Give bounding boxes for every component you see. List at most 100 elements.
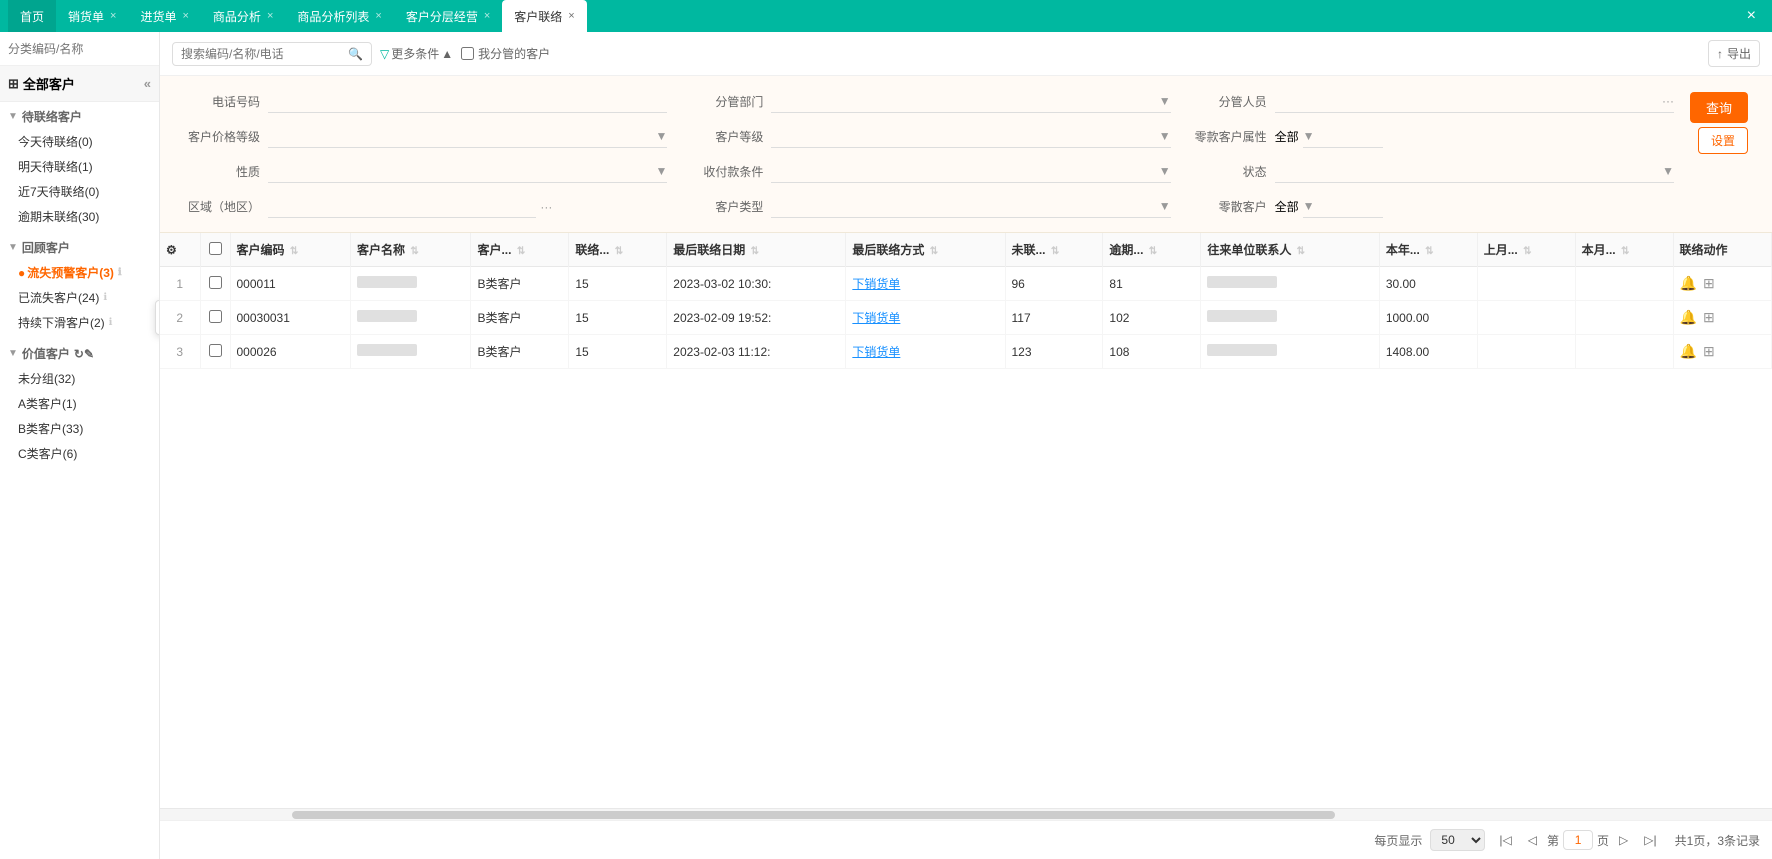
nature-select[interactable]: ▼	[268, 160, 667, 183]
filter-field-retail: 零散客户 全部 ▼	[1179, 189, 1682, 224]
purchase-tab-close[interactable]: ×	[182, 10, 188, 22]
th-overdue[interactable]: 逾期... ⇅	[1103, 233, 1201, 267]
customer-tier-tab-close[interactable]: ×	[484, 10, 490, 22]
row-checkbox-1[interactable]	[209, 310, 222, 323]
th-last-method[interactable]: 最后联络方式 ⇅	[846, 233, 1005, 267]
search-input[interactable]	[181, 47, 348, 61]
sidebar-section-pending-title[interactable]: ▼ 待联络客户	[0, 102, 159, 129]
settings-button[interactable]: 设置	[1698, 127, 1748, 154]
sidebar-item-c-class[interactable]: C类客户(6)	[0, 441, 159, 466]
churned-info-icon[interactable]: ℹ	[103, 292, 107, 303]
customer-grade-label: 客户等级	[683, 128, 763, 145]
payment-select[interactable]: ▼	[771, 160, 1170, 183]
sidebar-item-overdue[interactable]: 逾期未联络(30)	[0, 204, 159, 229]
select-all-checkbox[interactable]	[209, 242, 222, 255]
search-button[interactable]: 🔍	[348, 47, 363, 61]
th-last-date[interactable]: 最后联络日期 ⇅	[667, 233, 846, 267]
window-close-button[interactable]: ×	[1739, 7, 1764, 25]
sidebar-item-churn-warning[interactable]: ● 流失预警客户(3) ℹ	[0, 260, 159, 285]
action-menu-icon-2[interactable]: ⊞	[1703, 343, 1715, 360]
page-number-input[interactable]	[1563, 830, 1593, 850]
sidebar-item-a-class[interactable]: A类客户(1)	[0, 391, 159, 416]
th-this-month[interactable]: 本月... ⇅	[1575, 233, 1673, 267]
phone-input[interactable]	[268, 90, 667, 113]
sidebar-item-churned[interactable]: 已流失客户(24) ℹ	[0, 285, 159, 310]
th-code[interactable]: 客户编码 ⇅	[230, 233, 350, 267]
my-customers-checkbox[interactable]	[461, 47, 474, 60]
nav-tab-sales[interactable]: 销货单 ×	[56, 0, 128, 32]
th-unliaison[interactable]: 未联... ⇅	[1005, 233, 1103, 267]
sidebar-section-value-title[interactable]: ▼ 价值客户 ↻ ✎	[0, 339, 159, 366]
nav-tab-customer-tier[interactable]: 客户分层经营 ×	[394, 0, 502, 32]
nav-tab-analysis[interactable]: 商品分析 ×	[201, 0, 285, 32]
row-checkbox-0[interactable]	[209, 276, 222, 289]
sidebar-item-7days[interactable]: 近7天待联络(0)	[0, 179, 159, 204]
sidebar-item-tomorrow[interactable]: 明天待联络(1)	[0, 154, 159, 179]
customer-grade-select[interactable]: ▼	[771, 125, 1170, 148]
first-page-button[interactable]: |◁	[1493, 831, 1517, 849]
action-bell-icon-2[interactable]: 🔔	[1680, 343, 1697, 360]
sidebar-search-input[interactable]	[8, 42, 160, 56]
th-unit-contacts[interactable]: 往来单位联系人 ⇅	[1201, 233, 1380, 267]
settings-col-icon[interactable]: ⚙	[166, 243, 177, 257]
row-checkbox-2[interactable]	[209, 344, 222, 357]
sidebar-item-ungroup[interactable]: 未分组(32)	[0, 366, 159, 391]
filter-field-customer-type: 客户类型 ▼	[675, 189, 1178, 224]
th-contact[interactable]: 联络... ⇅	[569, 233, 667, 267]
sidebar-item-b-class[interactable]: B类客户(33)	[0, 416, 159, 441]
table-header-row: ⚙ 客户编码 ⇅ 客户名称 ⇅	[160, 233, 1772, 267]
dept-select[interactable]: ▼	[771, 90, 1170, 113]
declining-info-icon[interactable]: ℹ	[109, 317, 113, 328]
export-button[interactable]: ↑ 导出	[1708, 40, 1760, 67]
action-menu-icon-1[interactable]: ⊞	[1703, 309, 1715, 326]
action-menu-icon-0[interactable]: ⊞	[1703, 275, 1715, 292]
customer-type-select[interactable]: ▼	[771, 195, 1170, 218]
region-input[interactable]	[268, 195, 536, 218]
nav-tab-customer-contact[interactable]: 客户联络 ×	[502, 0, 586, 32]
analysis-tab-close[interactable]: ×	[267, 10, 273, 22]
query-button[interactable]: 查询	[1690, 92, 1748, 123]
region-more-icon[interactable]: ···	[540, 200, 552, 214]
th-last-month[interactable]: 上月... ⇅	[1477, 233, 1575, 267]
value-edit-icon[interactable]: ✎	[84, 347, 94, 361]
sidebar-collapse-button[interactable]: «	[144, 76, 151, 91]
sidebar-item-today[interactable]: 今天待联络(0)	[0, 129, 159, 154]
page-size-select[interactable]: 50 100 200	[1430, 829, 1485, 851]
sidebar-section-review-title[interactable]: ▼ 回顾客户	[0, 233, 159, 260]
retail-select[interactable]: ▼	[1303, 195, 1383, 218]
all-customers-label: 全部客户	[23, 74, 75, 93]
advanced-filters-panel: 电话号码 分管部门 ▼ 分管人员	[160, 76, 1772, 233]
nav-tab-purchase[interactable]: 进货单 ×	[128, 0, 200, 32]
more-filters-button[interactable]: ▽ 更多条件 ▲	[380, 45, 453, 62]
last-page-button[interactable]: ▷|	[1638, 831, 1662, 849]
last-method-link-0[interactable]: 下销货单	[852, 277, 900, 291]
status-select[interactable]: ▼	[1275, 160, 1674, 183]
th-type[interactable]: 客户... ⇅	[471, 233, 569, 267]
sidebar-item-declining[interactable]: 持续下滑客户(2) ℹ	[0, 310, 159, 335]
next-page-button[interactable]: ▷	[1613, 831, 1634, 849]
th-name[interactable]: 客户名称 ⇅	[350, 233, 470, 267]
action-bell-icon-1[interactable]: 🔔	[1680, 309, 1697, 326]
last-method-link-2[interactable]: 下销货单	[852, 345, 900, 359]
analysis-list-tab-close[interactable]: ×	[375, 10, 381, 22]
horizontal-scrollbar[interactable]	[160, 808, 1772, 820]
value-refresh-icon[interactable]: ↻	[74, 347, 84, 361]
sidebar-all-customers[interactable]: ⊞ 全部客户 «	[0, 66, 159, 102]
person-select[interactable]: ···	[1275, 90, 1674, 113]
nav-tab-analysis-list[interactable]: 商品分析列表 ×	[285, 0, 393, 32]
cell-unliaison-2: 123	[1005, 335, 1103, 369]
churn-warning-label: 流失预警客户(3)	[27, 264, 114, 281]
person-more-icon[interactable]: ···	[1662, 94, 1674, 108]
churn-info-icon[interactable]: ℹ	[118, 267, 122, 278]
prev-page-button[interactable]: ◁	[1522, 831, 1543, 849]
last-method-link-1[interactable]: 下销货单	[852, 311, 900, 325]
zero-attr-select[interactable]: ▼	[1303, 125, 1383, 148]
nav-tab-home[interactable]: 首页	[8, 0, 56, 32]
th-this-year[interactable]: 本年... ⇅	[1379, 233, 1477, 267]
customer-contact-tab-close[interactable]: ×	[568, 10, 574, 22]
cell-contacts-1	[1201, 301, 1380, 335]
price-grade-select[interactable]: ▼	[268, 125, 667, 148]
sales-tab-close[interactable]: ×	[110, 10, 116, 22]
action-bell-icon-0[interactable]: 🔔	[1680, 275, 1697, 292]
scrollbar-thumb[interactable]	[292, 811, 1335, 819]
